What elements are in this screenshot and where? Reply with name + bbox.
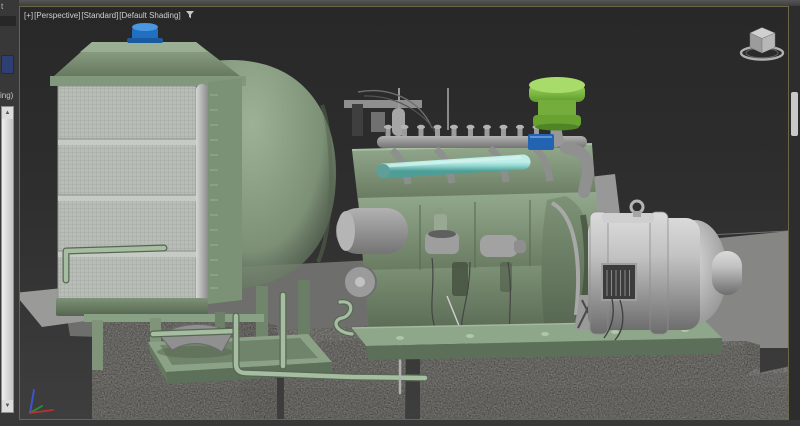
right-scrollbar-thumb[interactable] <box>791 92 798 136</box>
shaft-stub <box>712 251 742 295</box>
radiator-core <box>58 86 196 302</box>
radiator-filler-cap <box>127 23 163 43</box>
side-box <box>480 235 518 257</box>
left-panel-band <box>0 16 16 26</box>
viewport-menu-shading[interactable]: [Default Shading] <box>119 11 180 20</box>
left-panel-text-fragment: t <box>1 2 3 11</box>
world-axis-tripod <box>30 390 53 413</box>
left-panel-scrollbar[interactable]: ▲ ▼ <box>1 106 14 413</box>
viewport-label: [+] [Perspective] [Standard] [Default Sh… <box>24 10 195 20</box>
oil-bath-cup <box>425 230 459 254</box>
bottom-edge-strip <box>0 420 800 426</box>
viewcube[interactable] <box>741 28 783 60</box>
air-filter <box>529 77 585 131</box>
left-cutoff-panel: t ing) ▲ ▼ <box>0 0 19 426</box>
scroll-up-icon[interactable]: ▲ <box>2 107 13 119</box>
right-cutoff-strip <box>789 6 800 420</box>
filter-funnel-icon[interactable] <box>185 10 195 20</box>
radiator[interactable] <box>50 23 246 316</box>
viewport-menu-pov[interactable]: [Perspective] <box>34 11 80 20</box>
scroll-down-icon[interactable]: ▼ <box>2 400 13 412</box>
vent-window <box>602 264 636 300</box>
viewport-menu-general[interactable]: [+] <box>24 11 33 20</box>
viewport-canvas[interactable] <box>20 7 788 419</box>
perspective-viewport[interactable]: [+] [Perspective] [Standard] [Default Sh… <box>19 6 789 420</box>
3dsmax-window: t ing) ▲ ▼ [+] [Perspective] [Standard] … <box>0 0 800 426</box>
panel-blue-icon <box>1 55 14 74</box>
viewport-menu-standard[interactable]: [Standard] <box>81 11 118 20</box>
left-panel-label-fragment: ing) <box>0 91 13 100</box>
